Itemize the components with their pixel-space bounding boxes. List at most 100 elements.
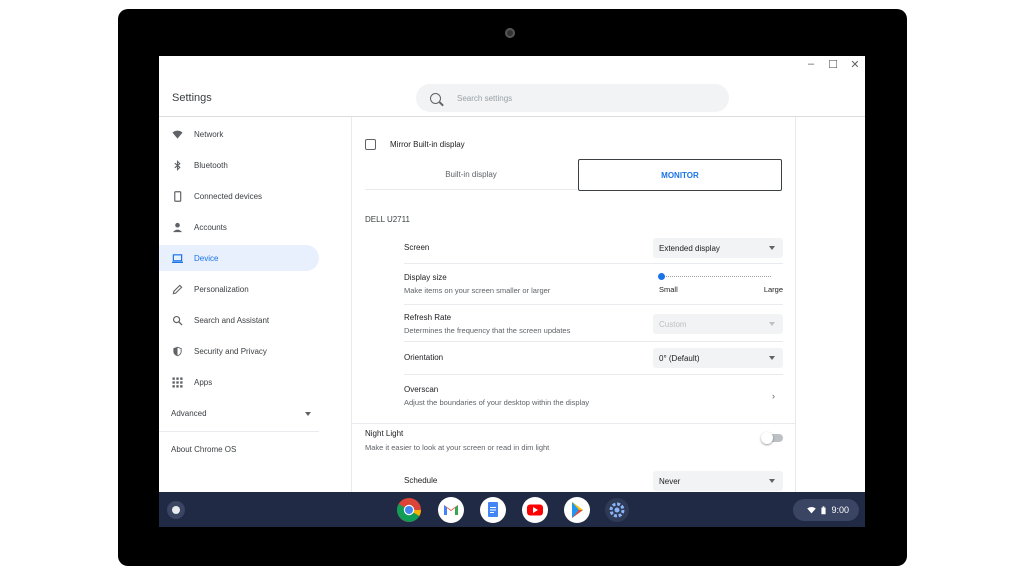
youtube-icon[interactable]: [522, 497, 548, 523]
screen: – ☐ ✕ Settings Network Bluetooth Connect…: [159, 56, 865, 527]
night-light-subtitle: Make it easier to look at your screen or…: [365, 443, 550, 452]
sidebar-item-network[interactable]: Network: [159, 121, 319, 147]
app-title: Settings: [172, 92, 212, 104]
wifi-icon: [171, 128, 183, 140]
mirror-label: Mirror Built-in display: [390, 140, 465, 149]
sidebar-item-security-and-privacy[interactable]: Security and Privacy: [159, 338, 319, 364]
sidebar-item-personalization[interactable]: Personalization: [159, 276, 319, 302]
pencil-icon: [171, 283, 183, 295]
advanced-label: Advanced: [171, 409, 207, 418]
screen-select[interactable]: Extended display: [653, 238, 783, 258]
slider-knob[interactable]: [658, 273, 665, 280]
wifi-icon: [807, 506, 817, 514]
refresh-rate-row: Refresh Rate Determines the frequency th…: [404, 305, 783, 342]
shelf: 9:00: [159, 492, 865, 527]
chevron-down-icon: [305, 412, 311, 416]
launcher-button[interactable]: [167, 501, 185, 519]
sidebar-item-about[interactable]: About Chrome OS: [171, 445, 236, 454]
apps-grid-icon: [171, 376, 183, 388]
advanced-toggle[interactable]: Advanced: [171, 409, 311, 418]
gmail-icon[interactable]: [438, 497, 464, 523]
section-divider: [352, 423, 795, 424]
tab-monitor[interactable]: MONITOR: [578, 159, 782, 191]
slider-track: [661, 276, 771, 277]
schedule-value: Never: [659, 476, 681, 486]
display-size-subtitle: Make items on your screen smaller or lar…: [404, 286, 551, 295]
slider-max-label: Large: [763, 285, 783, 294]
bluetooth-icon: [171, 159, 183, 171]
maximize-button[interactable]: ☐: [827, 58, 839, 71]
settings-icon[interactable]: [604, 497, 630, 523]
search-bar[interactable]: [416, 84, 729, 112]
sidebar-item-device[interactable]: Device: [159, 245, 319, 271]
sidebar-item-label: Apps: [194, 377, 213, 387]
status-tray[interactable]: 9:00: [793, 499, 859, 521]
sidebar-item-label: Network: [194, 129, 224, 139]
schedule-row: Schedule Never: [404, 461, 783, 491]
slider-min-label: Small: [659, 285, 678, 294]
schedule-select[interactable]: Never: [653, 471, 783, 491]
dropdown-arrow-icon: [769, 322, 775, 326]
mirror-display-option[interactable]: Mirror Built-in display: [365, 139, 465, 150]
search-icon: [171, 314, 183, 326]
phone-icon: [171, 190, 183, 202]
dropdown-arrow-icon: [769, 246, 775, 250]
sidebar-item-label: Security and Privacy: [194, 346, 267, 356]
tab-built-in-display[interactable]: Built-in display: [365, 159, 577, 190]
night-light-title: Night Light: [365, 429, 404, 438]
display-tabs: Built-in display MONITOR: [365, 159, 783, 191]
battery-icon: [821, 505, 827, 514]
dropdown-arrow-icon: [769, 356, 775, 360]
display-settings-panel: Mirror Built-in display Built-in display…: [351, 117, 796, 527]
close-button[interactable]: ✕: [849, 58, 861, 71]
screen-row: Screen Extended display: [404, 233, 783, 264]
refresh-rate-title: Refresh Rate: [404, 313, 452, 322]
chrome-icon[interactable]: [396, 497, 422, 523]
minimize-button[interactable]: –: [805, 58, 817, 71]
overscan-subtitle: Adjust the boundaries of your desktop wi…: [404, 398, 590, 407]
search-icon: [430, 92, 441, 104]
sidebar-item-label: Personalization: [194, 284, 249, 294]
screen-title: Screen: [404, 243, 430, 252]
mirror-checkbox[interactable]: [365, 139, 376, 150]
overscan-title: Overscan: [404, 385, 439, 394]
schedule-title: Schedule: [404, 476, 438, 485]
refresh-rate-select[interactable]: Custom: [653, 314, 783, 334]
sidebar-item-label: Search and Assistant: [194, 315, 270, 325]
orientation-select[interactable]: 0° (Default): [653, 348, 783, 368]
sidebar: Network Bluetooth Connected devices Acco…: [159, 117, 329, 527]
display-size-title: Display size: [404, 273, 447, 282]
docs-icon[interactable]: [480, 497, 506, 523]
monitor-name: DELL U2711: [365, 215, 410, 224]
chevron-right-icon: ›: [772, 391, 775, 401]
refresh-rate-value: Custom: [659, 319, 687, 329]
laptop-icon: [171, 252, 183, 264]
window-controls: – ☐ ✕: [805, 58, 861, 71]
sidebar-item-label: Device: [194, 253, 219, 263]
sidebar-item-connected-devices[interactable]: Connected devices: [159, 183, 319, 209]
screen-select-value: Extended display: [659, 243, 720, 253]
sidebar-divider: [159, 431, 319, 432]
person-icon: [171, 221, 183, 233]
sidebar-item-label: Accounts: [194, 222, 227, 232]
sidebar-item-search-and-assistant[interactable]: Search and Assistant: [159, 307, 319, 333]
search-input[interactable]: [455, 92, 699, 104]
display-size-row: Display size Make items on your screen s…: [404, 264, 783, 305]
orientation-row: Orientation 0° (Default): [404, 342, 783, 375]
clock-time: 9:00: [831, 505, 849, 515]
orientation-title: Orientation: [404, 353, 444, 362]
sidebar-item-bluetooth[interactable]: Bluetooth: [159, 152, 319, 178]
camera-icon: [505, 28, 515, 38]
overscan-row[interactable]: Overscan Adjust the boundaries of your d…: [404, 375, 783, 417]
orientation-value: 0° (Default): [659, 353, 700, 363]
sidebar-item-apps[interactable]: Apps: [159, 369, 319, 395]
sidebar-item-label: Connected devices: [194, 191, 263, 201]
shield-icon: [171, 345, 183, 357]
refresh-rate-subtitle: Determines the frequency that the screen…: [404, 326, 571, 335]
night-light-toggle[interactable]: [761, 432, 783, 444]
dropdown-arrow-icon: [769, 479, 775, 483]
play-store-icon[interactable]: [564, 497, 590, 523]
sidebar-item-label: Bluetooth: [194, 160, 228, 170]
sidebar-item-accounts[interactable]: Accounts: [159, 214, 319, 240]
toggle-thumb: [761, 432, 773, 444]
